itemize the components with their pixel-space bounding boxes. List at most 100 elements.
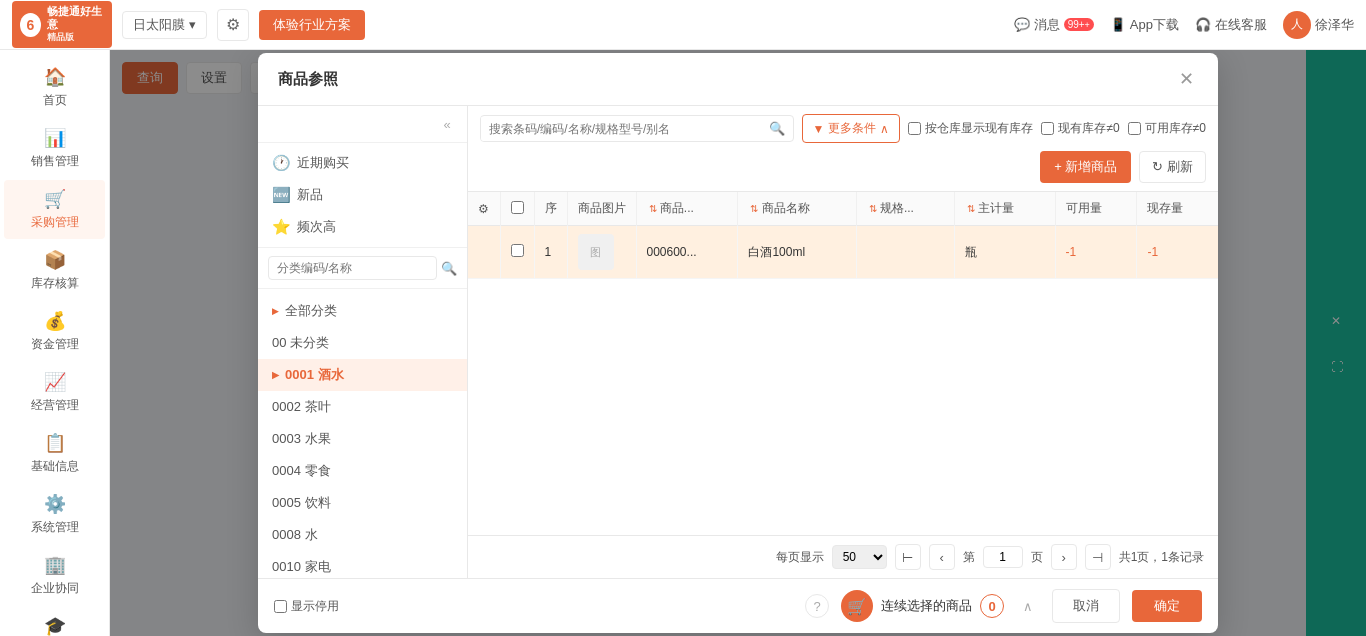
category-00-label: 00 未分类	[272, 334, 329, 352]
name-header-label: 商品名称	[762, 201, 810, 215]
available-nonzero-checkbox[interactable]: 可用库存≠0	[1128, 120, 1206, 137]
img-header-label: 商品图片	[578, 201, 626, 215]
cancel-button[interactable]: 取消	[1052, 589, 1120, 623]
category-item-0004[interactable]: 0004 零食	[258, 455, 467, 487]
modal-overlay: 商品参照 ✕ « 🕐 近期购买	[110, 50, 1366, 636]
last-page-button[interactable]: ⊣	[1085, 544, 1111, 570]
inventory-icon: 📦	[44, 249, 66, 271]
table-settings-header[interactable]: ⚙	[468, 192, 500, 226]
sidebar-item-guide[interactable]: 🎓 新手引导	[4, 607, 105, 636]
sidebar-item-home[interactable]: 🏠 首页	[4, 58, 105, 117]
collapse-footer-button[interactable]: ∧	[1016, 594, 1040, 618]
category-item-0003[interactable]: 0003 水果	[258, 423, 467, 455]
table-spec-header[interactable]: ⇅ 规格...	[856, 192, 954, 226]
category-item-0008[interactable]: 0008 水	[258, 519, 467, 551]
logo-text: 畅捷通好生意	[47, 5, 104, 31]
prev-page-button[interactable]: ‹	[929, 544, 955, 570]
warehouse-stock-check-input[interactable]	[908, 122, 921, 135]
row-checkbox[interactable]	[511, 244, 524, 257]
page-label: 第	[963, 549, 975, 566]
sidebar-item-system[interactable]: ⚙️ 系统管理	[4, 485, 105, 544]
category-item-00[interactable]: 00 未分类	[258, 327, 467, 359]
clock-icon: 🕐	[272, 154, 291, 172]
next-page-button[interactable]: ›	[1051, 544, 1077, 570]
user-nav[interactable]: 人 徐泽华	[1283, 11, 1354, 39]
product-search-input[interactable]	[481, 117, 761, 141]
sidebar-home-label: 首页	[43, 92, 67, 109]
category-0004-label: 0004 零食	[272, 462, 331, 480]
cart-icon: 🛒	[841, 590, 873, 622]
search-icon[interactable]: 🔍	[761, 116, 793, 141]
select-all-checkbox[interactable]	[511, 201, 524, 214]
row-num-cell: 1	[534, 226, 567, 279]
page-number-input[interactable]	[983, 546, 1023, 568]
sidebar-item-finance[interactable]: 💰 资金管理	[4, 302, 105, 361]
table-row[interactable]: 1 图 000600... 白酒100ml 瓶 -1	[468, 226, 1218, 279]
settings-icon[interactable]: ⚙	[217, 9, 249, 41]
available-header-label: 可用量	[1066, 201, 1102, 215]
sales-icon: 📊	[44, 127, 66, 149]
first-page-button[interactable]: ⊢	[895, 544, 921, 570]
headset-icon: 🎧	[1195, 17, 1211, 32]
product-search-box: 🔍	[480, 115, 794, 142]
toolbar-right: + 新增商品 ↻ 刷新	[1040, 151, 1206, 183]
add-product-button[interactable]: + 新增商品	[1040, 151, 1131, 183]
trial-button[interactable]: 体验行业方案	[259, 10, 365, 40]
sidebar-item-enterprise[interactable]: 🏢 企业协同	[4, 546, 105, 605]
sidebar-item-sales[interactable]: 📊 销售管理	[4, 119, 105, 178]
sidebar-item-inventory[interactable]: 📦 库存核算	[4, 241, 105, 300]
row-name-cell: 白酒100ml	[738, 226, 856, 279]
category-item-0001[interactable]: 0001 酒水	[258, 359, 467, 391]
category-item-0010[interactable]: 0010 家电	[258, 551, 467, 578]
stock-nonzero-label: 现有库存≠0	[1058, 120, 1119, 137]
message-badge: 99++	[1064, 18, 1094, 31]
sidebar-item-basic[interactable]: 📋 基础信息	[4, 424, 105, 483]
table-name-header[interactable]: ⇅ 商品名称	[738, 192, 856, 226]
branch-selector[interactable]: 日太阳膜 ▾	[122, 11, 207, 39]
more-filter-button[interactable]: ▼ 更多条件 ∧	[802, 114, 901, 143]
online-service-nav[interactable]: 🎧 在线客服	[1195, 16, 1267, 34]
category-search-icon[interactable]: 🔍	[441, 261, 457, 276]
collapse-left-button[interactable]: «	[437, 114, 457, 134]
sidebar-item-purchase[interactable]: 🛒 采购管理	[4, 180, 105, 239]
show-disabled-checkbox[interactable]: 显示停用	[274, 598, 339, 615]
page-size-select[interactable]: 50 10 20 100	[832, 545, 887, 569]
new-product-tab[interactable]: 🆕 新品	[258, 179, 467, 211]
sidebar-system-label: 系统管理	[31, 519, 79, 536]
category-all-label: 全部分类	[285, 302, 337, 320]
messages-nav[interactable]: 💬 消息 99++	[1014, 16, 1094, 34]
purchase-icon: 🛒	[44, 188, 66, 210]
refresh-button[interactable]: ↻ 刷新	[1139, 151, 1206, 183]
product-table: ⚙ 序 商品图片	[468, 192, 1218, 279]
frequent-tab[interactable]: ⭐ 频次高	[258, 211, 467, 243]
category-0005-label: 0005 饮料	[272, 494, 331, 512]
right-toolbar: 🔍 ▼ 更多条件 ∧ 按仓库显示现有库存	[468, 106, 1218, 192]
right-panel: 🔍 ▼ 更多条件 ∧ 按仓库显示现有库存	[468, 106, 1218, 578]
help-icon[interactable]: ?	[805, 594, 829, 618]
stock-nonzero-input[interactable]	[1041, 122, 1054, 135]
modal-close-button[interactable]: ✕	[1174, 67, 1198, 91]
category-item-all[interactable]: 全部分类	[258, 295, 467, 327]
logo-icon: 6	[20, 13, 41, 37]
stock-nonzero-checkbox[interactable]: 现有库存≠0	[1041, 120, 1119, 137]
category-search-input[interactable]	[268, 256, 437, 280]
category-item-0002[interactable]: 0002 茶叶	[258, 391, 467, 423]
table-code-header[interactable]: ⇅ 商品...	[636, 192, 738, 226]
sidebar-operation-label: 经营管理	[31, 397, 79, 414]
frequent-tab-label: 频次高	[297, 218, 336, 236]
table-unit-header[interactable]: ⇅ 主计量	[954, 192, 1055, 226]
stock-header-label: 现存量	[1147, 201, 1183, 215]
modal-title: 商品参照	[278, 70, 338, 89]
sidebar-item-operation[interactable]: 📈 经营管理	[4, 363, 105, 422]
confirm-button[interactable]: 确定	[1132, 590, 1202, 622]
sidebar: 🏠 首页 📊 销售管理 🛒 采购管理 📦 库存核算 💰 资金管理 📈 经营管理 …	[0, 50, 110, 636]
table-check-header	[500, 192, 534, 226]
app-download-nav[interactable]: 📱 App下载	[1110, 16, 1179, 34]
show-disabled-input[interactable]	[274, 600, 287, 613]
category-item-0005[interactable]: 0005 饮料	[258, 487, 467, 519]
available-nonzero-input[interactable]	[1128, 122, 1141, 135]
total-info-label: 共1页，1条记录	[1119, 549, 1204, 566]
warehouse-stock-checkbox[interactable]: 按仓库显示现有库存	[908, 120, 1033, 137]
cart-area[interactable]: 🛒 连续选择的商品 0	[841, 590, 1004, 622]
recent-purchase-tab[interactable]: 🕐 近期购买	[258, 147, 467, 179]
